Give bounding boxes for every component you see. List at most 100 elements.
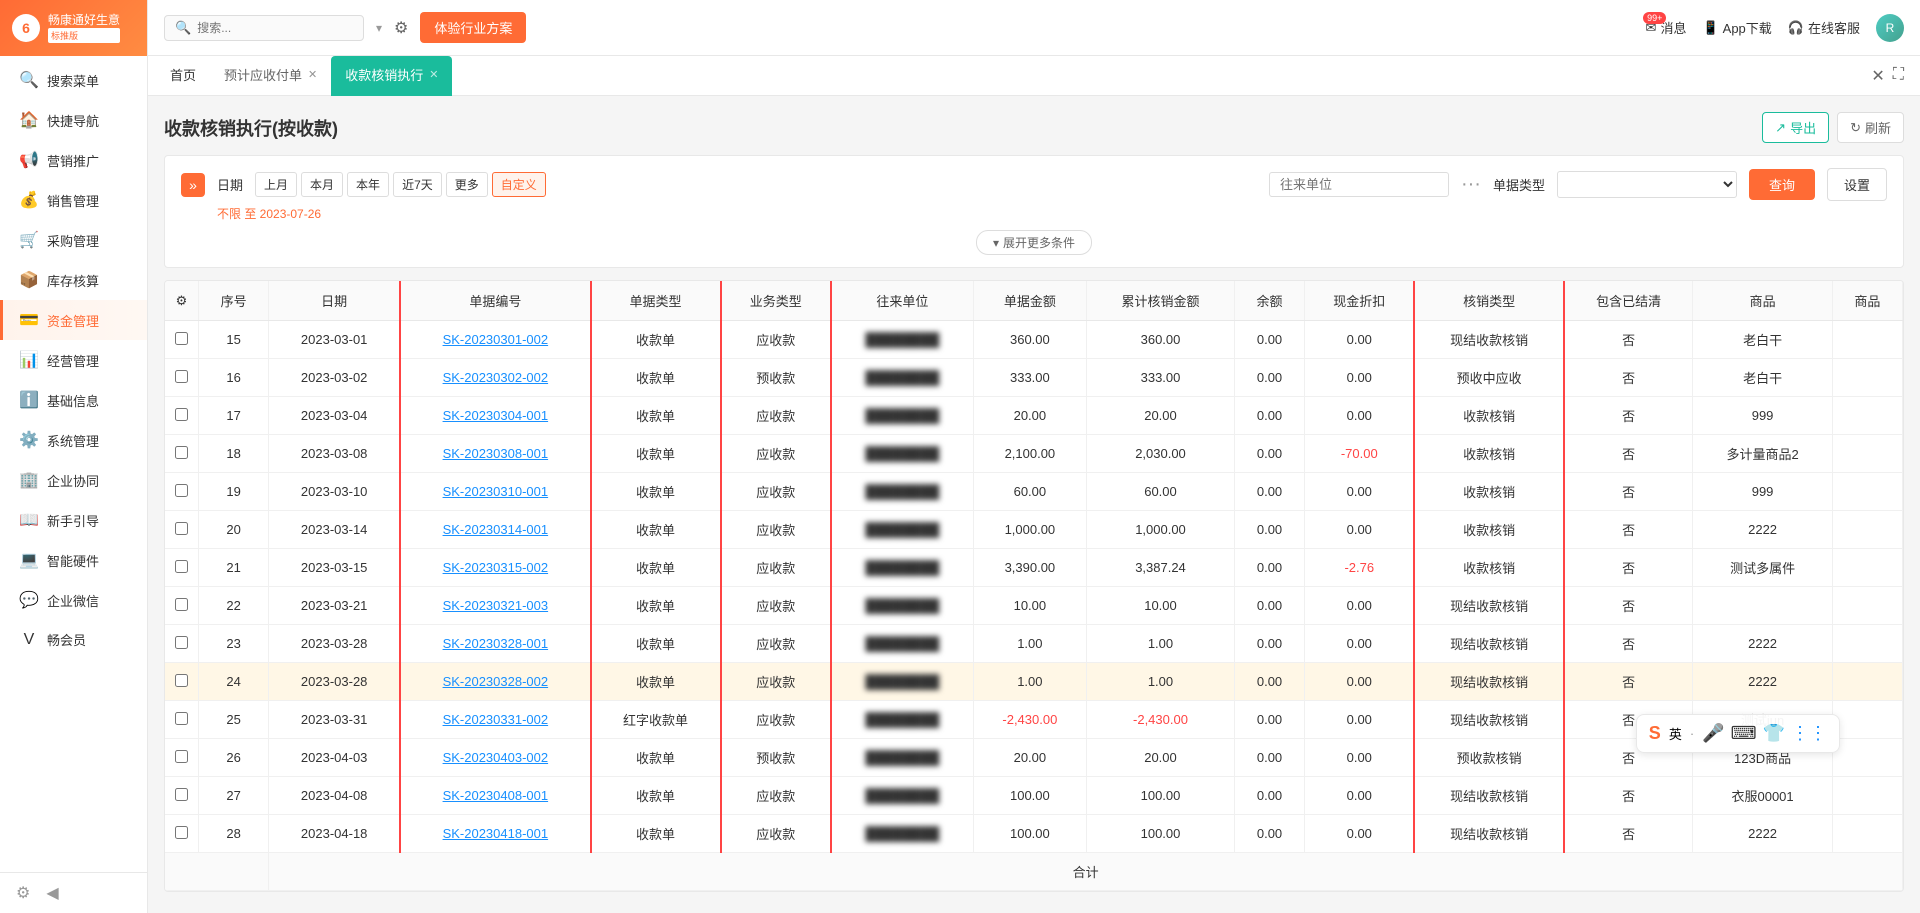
cell-include-settled: 否 bbox=[1564, 777, 1693, 815]
sidebar-item-member[interactable]: V 畅会员 bbox=[0, 620, 147, 659]
tab-label-verify-exec: 收款核销执行 bbox=[345, 65, 423, 84]
col-header-num: 序号 bbox=[199, 281, 269, 321]
cell-partner: ████████ bbox=[831, 777, 973, 815]
tab-home[interactable]: 首页 bbox=[156, 56, 210, 96]
topbar-chevron-icon[interactable]: ▾ bbox=[376, 21, 382, 35]
cell-checkbox[interactable] bbox=[165, 435, 199, 473]
cell-goods2 bbox=[1832, 321, 1902, 359]
cell-include-settled: 否 bbox=[1564, 815, 1693, 853]
cell-goods: 999 bbox=[1693, 473, 1832, 511]
date-btn-本年[interactable]: 本年 bbox=[347, 172, 389, 197]
sidebar-item-sales[interactable]: 💰 销售管理 bbox=[0, 180, 147, 220]
col-header-settings[interactable]: ⚙ bbox=[165, 281, 199, 321]
cell-checkbox[interactable] bbox=[165, 777, 199, 815]
sidebar-item-system[interactable]: ⚙️ 系统管理 bbox=[0, 420, 147, 460]
date-btn-近7天[interactable]: 近7天 bbox=[393, 172, 442, 197]
sidebar-item-search[interactable]: 🔍 搜索菜单 bbox=[0, 60, 147, 100]
export-button[interactable]: ↗ 导出 bbox=[1762, 112, 1829, 143]
sidebar-item-finance[interactable]: 💳 资金管理 bbox=[0, 300, 147, 340]
sidebar-label-wechat: 企业微信 bbox=[47, 591, 99, 610]
cell-verify-amount: 20.00 bbox=[1087, 397, 1235, 435]
cell-checkbox[interactable] bbox=[165, 473, 199, 511]
cell-amount: 1,000.00 bbox=[973, 511, 1086, 549]
search-icon: 🔍 bbox=[19, 70, 39, 90]
partner-filter-input[interactable] bbox=[1269, 172, 1449, 197]
cell-goods2 bbox=[1832, 625, 1902, 663]
cell-checkbox[interactable] bbox=[165, 663, 199, 701]
cell-checkbox[interactable] bbox=[165, 587, 199, 625]
date-btn-custom[interactable]: 自定义 bbox=[492, 172, 546, 197]
date-btn-本月[interactable]: 本月 bbox=[301, 172, 343, 197]
date-btn-更多[interactable]: 更多 bbox=[446, 172, 488, 197]
messages-action[interactable]: ✉ 99+ 消息 bbox=[1646, 18, 1687, 37]
sidebar-item-guide[interactable]: 📖 新手引导 bbox=[0, 500, 147, 540]
cell-partner: ████████ bbox=[831, 739, 973, 777]
cell-checkbox[interactable] bbox=[165, 511, 199, 549]
sidebar-item-inventory[interactable]: 📦 库存核算 bbox=[0, 260, 147, 300]
sidebar-item-quicknav[interactable]: 🏠 快捷导航 bbox=[0, 100, 147, 140]
cell-include-settled: 否 bbox=[1564, 549, 1693, 587]
cell-checkbox[interactable] bbox=[165, 321, 199, 359]
cell-checkbox[interactable] bbox=[165, 701, 199, 739]
sidebar-item-enterprise[interactable]: 🏢 企业协同 bbox=[0, 460, 147, 500]
search-input[interactable] bbox=[197, 21, 337, 35]
cell-verify-amount: 1,000.00 bbox=[1087, 511, 1235, 549]
tab-close-pre-payment[interactable]: ✕ bbox=[308, 68, 317, 81]
topbar-gear-icon[interactable]: ⚙ bbox=[394, 18, 408, 38]
cell-checkbox[interactable] bbox=[165, 625, 199, 663]
settings-icon[interactable]: ⚙ bbox=[16, 883, 30, 903]
cell-bill-no: SK-20230403-002 bbox=[400, 739, 590, 777]
cell-verify-type: 现结收款核销 bbox=[1414, 321, 1563, 359]
cell-bill-no: SK-20230321-003 bbox=[400, 587, 590, 625]
cell-checkbox[interactable] bbox=[165, 359, 199, 397]
cell-biz-type: 应收款 bbox=[721, 625, 832, 663]
tab-close-verify-exec[interactable]: ✕ bbox=[429, 68, 438, 81]
search-box[interactable]: 🔍 bbox=[164, 15, 364, 41]
sidebar-item-hardware[interactable]: 💻 智能硬件 bbox=[0, 540, 147, 580]
cell-checkbox[interactable] bbox=[165, 549, 199, 587]
cell-num: 18 bbox=[199, 435, 269, 473]
cell-bill-no: SK-20230301-002 bbox=[400, 321, 590, 359]
sidebar-item-marketing[interactable]: 📢 营销推广 bbox=[0, 140, 147, 180]
cell-checkbox[interactable] bbox=[165, 397, 199, 435]
query-button[interactable]: 查询 bbox=[1749, 169, 1815, 200]
cell-balance: 0.00 bbox=[1234, 359, 1304, 397]
bill-type-select[interactable] bbox=[1557, 171, 1737, 198]
inventory-icon: 📦 bbox=[19, 270, 39, 290]
col-header-goods: 商品 bbox=[1693, 281, 1832, 321]
user-avatar[interactable]: R bbox=[1876, 14, 1904, 42]
app-download-action[interactable]: 📱 App下载 bbox=[1702, 18, 1771, 37]
refresh-button[interactable]: ↻ 刷新 bbox=[1837, 112, 1904, 143]
sidebar-label-search: 搜索菜单 bbox=[47, 71, 99, 90]
cell-goods bbox=[1693, 587, 1832, 625]
cell-bill-no: SK-20230328-001 bbox=[400, 625, 590, 663]
cell-include-settled: 否 bbox=[1564, 473, 1693, 511]
close-window-icon[interactable]: ✕ bbox=[1871, 66, 1884, 86]
cell-date: 2023-03-28 bbox=[269, 663, 400, 701]
cell-goods2 bbox=[1832, 359, 1902, 397]
expand-conditions-button[interactable]: ▾ 展开更多条件 bbox=[976, 230, 1092, 255]
col-header-verify-amount: 累计核销金额 bbox=[1087, 281, 1235, 321]
data-table: ⚙ 序号 日期 单据编号 单据类型 业务类型 往来单位 单据金额 累计核销金额 … bbox=[165, 281, 1903, 891]
cell-goods2 bbox=[1832, 397, 1902, 435]
maximize-window-icon[interactable]: ⛶ bbox=[1893, 66, 1904, 86]
sidebar-item-purchase[interactable]: 🛒 采购管理 bbox=[0, 220, 147, 260]
tab-pre-payment[interactable]: 预计应收付单✕ bbox=[210, 56, 331, 96]
filter-toggle-button[interactable]: » bbox=[181, 173, 205, 197]
setting-button[interactable]: 设置 bbox=[1827, 168, 1887, 201]
collapse-icon[interactable]: ◀ bbox=[46, 883, 58, 903]
sidebar-item-operation[interactable]: 📊 经营管理 bbox=[0, 340, 147, 380]
cell-partner: ████████ bbox=[831, 549, 973, 587]
member-icon: V bbox=[19, 631, 39, 649]
cell-checkbox[interactable] bbox=[165, 739, 199, 777]
cell-checkbox[interactable] bbox=[165, 815, 199, 853]
date-btn-上月[interactable]: 上月 bbox=[255, 172, 297, 197]
industry-solution-button[interactable]: 体验行业方案 bbox=[420, 12, 526, 43]
online-support-action[interactable]: 🎧 在线客服 bbox=[1788, 18, 1860, 37]
cell-num: 24 bbox=[199, 663, 269, 701]
tab-verify-exec[interactable]: 收款核销执行 ✕ bbox=[331, 56, 452, 96]
cell-bill-type: 收款单 bbox=[591, 739, 721, 777]
col-header-partner: 往来单位 bbox=[831, 281, 973, 321]
sidebar-item-wechat[interactable]: 💬 企业微信 bbox=[0, 580, 147, 620]
sidebar-item-basic[interactable]: ℹ️ 基础信息 bbox=[0, 380, 147, 420]
